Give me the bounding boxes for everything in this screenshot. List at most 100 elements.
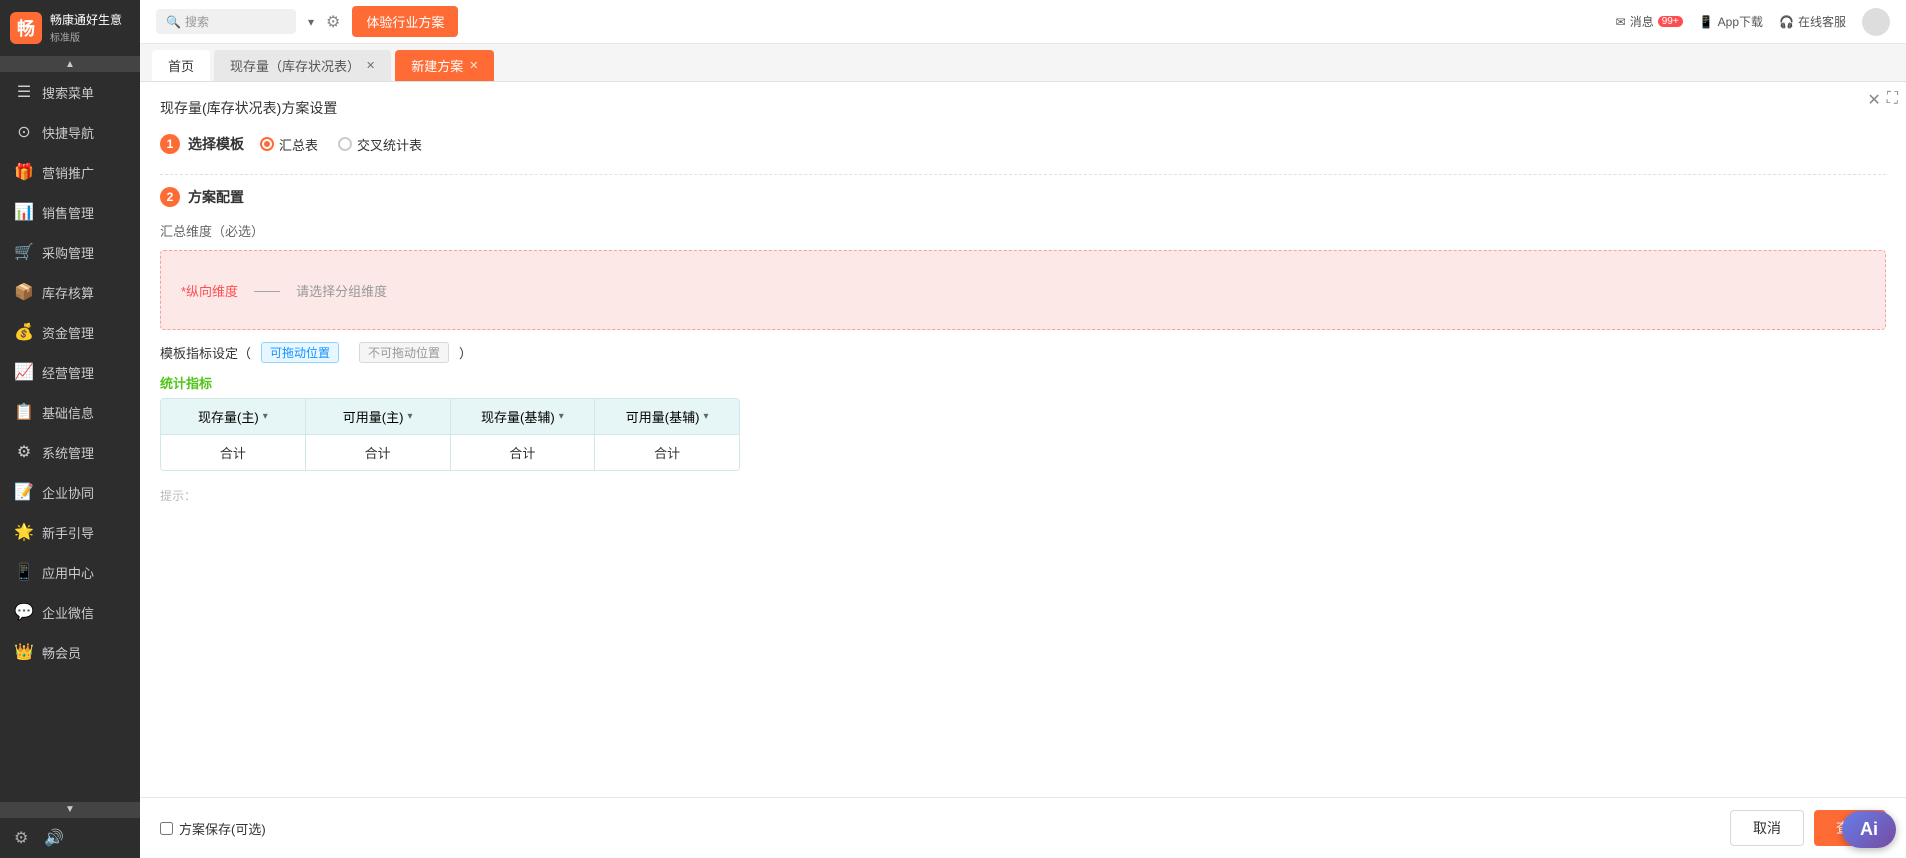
window-controls: ✕ ⛶ [1867, 90, 1898, 110]
section1-header: 1 选择模板 汇总表 交叉统计表 [160, 134, 1886, 154]
sidebar-item-label: 搜索菜单 [42, 83, 94, 102]
purchase-icon: 🛒 [14, 242, 34, 262]
stats-col-4-label: 可用量(基辅) [626, 407, 700, 426]
window-expand-button[interactable]: ⛶ [1887, 90, 1898, 110]
app-download-label: App下载 [1718, 13, 1763, 30]
indicator-settings-suffix: ） [459, 343, 472, 362]
stats-col-3[interactable]: 现存量(基辅) ▾ [451, 399, 596, 434]
tabbar: 首页 现存量（库存状况表） ✕ 新建方案 ✕ [140, 44, 1906, 82]
save-checkbox[interactable]: 方案保存(可选) [160, 819, 266, 838]
sales-icon: 📊 [14, 202, 34, 222]
tab-new-plan-label: 新建方案 [411, 56, 463, 75]
app-download-icon: 📱 [1699, 15, 1714, 29]
stats-cell-1-2: 合计 [306, 435, 451, 470]
sidebar-item-app-center[interactable]: 📱 应用中心 [0, 552, 140, 592]
sidebar-item-inventory[interactable]: 📦 库存核算 [0, 272, 140, 312]
message-button[interactable]: ✉ 消息 99+ [1616, 13, 1683, 30]
window-close-button[interactable]: ✕ [1867, 90, 1880, 110]
contract-icon: 📝 [14, 482, 34, 502]
tab-inventory-status[interactable]: 现存量（库存状况表） ✕ [214, 50, 391, 81]
sidebar-item-label: 基础信息 [42, 403, 94, 422]
stats-table-header: 现存量(主) ▾ 可用量(主) ▾ 现存量(基辅) ▾ 可用量(基辅) [161, 399, 739, 434]
sidebar: 畅 畅康通好生意 标准版 ▲ ☰ 搜索菜单 ⊙ 快捷导航 🎁 营销推广 📊 销售… [0, 0, 140, 858]
sidebar-item-finance[interactable]: 💰 资金管理 [0, 312, 140, 352]
sidebar-item-purchase[interactable]: 🛒 采购管理 [0, 232, 140, 272]
footer-bar: 方案保存(可选) 取消 查询 [140, 797, 1906, 858]
user-avatar[interactable] [1862, 8, 1890, 36]
sidebar-item-label: 经营管理 [42, 363, 94, 382]
sidebar-item-marketing[interactable]: 🎁 营销推广 [0, 152, 140, 192]
cancel-button[interactable]: 取消 [1730, 810, 1804, 846]
message-icon: ✉ [1616, 15, 1626, 29]
radio-summary[interactable]: 汇总表 [260, 135, 318, 154]
stats-table: 现存量(主) ▾ 可用量(主) ▾ 现存量(基辅) ▾ 可用量(基辅) [160, 398, 740, 471]
sidebar-item-basic-info[interactable]: 📋 基础信息 [0, 392, 140, 432]
sidebar-item-label: 采购管理 [42, 243, 94, 262]
sidebar-scroll-up[interactable]: ▲ [0, 57, 140, 72]
dim-placeholder: *纵向维度 —— 请选择分组维度 [181, 281, 387, 300]
sidebar-item-sales[interactable]: 📊 销售管理 [0, 192, 140, 232]
topbar-dropdown[interactable]: ▾ [308, 15, 314, 29]
sidebar-item-member[interactable]: 👑 畅会员 [0, 632, 140, 672]
search-icon: 🔍 [166, 15, 181, 29]
sidebar-item-label: 新手引导 [42, 523, 94, 542]
dim-sep: —— [254, 283, 280, 298]
radio-cross-circle [338, 137, 352, 151]
sidebar-item-label: 应用中心 [42, 563, 94, 582]
guide-icon: 🌟 [14, 522, 34, 542]
search-box[interactable]: 🔍 搜索 [156, 9, 296, 34]
message-badge: 99+ [1658, 16, 1683, 27]
sidebar-item-quick-nav[interactable]: ⊙ 快捷导航 [0, 112, 140, 152]
dim-vertical-label: *纵向维度 [181, 281, 238, 300]
stats-col-4[interactable]: 可用量(基辅) ▾ [595, 399, 739, 434]
search-menu-icon: ☰ [14, 82, 34, 102]
dim-hint: 请选择分组维度 [296, 281, 387, 300]
section2-title: 方案配置 [188, 187, 244, 207]
sidebar-item-label: 企业协同 [42, 483, 94, 502]
fixed-badge: 不可拖动位置 [359, 342, 449, 363]
stats-cell-1-4: 合计 [595, 435, 739, 470]
sidebar-item-search-menu[interactable]: ☰ 搜索菜单 [0, 72, 140, 112]
member-icon: 👑 [14, 642, 34, 662]
stats-col-2[interactable]: 可用量(主) ▾ [306, 399, 451, 434]
app-logo-icon: 畅 [10, 12, 42, 44]
tab-inventory-status-close[interactable]: ✕ [366, 59, 375, 72]
sidebar-item-system[interactable]: ⚙ 系统管理 [0, 432, 140, 472]
marketing-icon: 🎁 [14, 162, 34, 182]
sidebar-item-guide[interactable]: 🌟 新手引导 [0, 512, 140, 552]
radio-cross[interactable]: 交叉统计表 [338, 135, 422, 154]
sidebar-item-contract[interactable]: 📝 企业协同 [0, 472, 140, 512]
headset-icon: 🎧 [1779, 15, 1794, 29]
content-inner: ✕ ⛶ 现存量(库存状况表)方案设置 1 选择模板 汇总表 [140, 82, 1906, 797]
inventory-icon: 📦 [14, 282, 34, 302]
summary-dim-label: 汇总维度（必选） [160, 221, 1886, 240]
stats-col-1[interactable]: 现存量(主) ▾ [161, 399, 306, 434]
tab-home[interactable]: 首页 [152, 50, 210, 81]
page-title: 现存量(库存状况表)方案设置 [160, 98, 1886, 118]
stats-col-3-label: 现存量(基辅) [481, 407, 555, 426]
settings-icon[interactable]: ⚙ [14, 828, 28, 848]
template-radio-group: 汇总表 交叉统计表 [260, 135, 422, 154]
tab-home-label: 首页 [168, 56, 194, 75]
content-area: ✕ ⛶ 现存量(库存状况表)方案设置 1 选择模板 汇总表 [140, 82, 1906, 858]
stats-cell-1-3: 合计 [451, 435, 596, 470]
dim-config-box[interactable]: *纵向维度 —— 请选择分组维度 [160, 250, 1886, 330]
stats-table-body: 合计 合计 合计 合计 [161, 434, 739, 470]
tab-new-plan-close[interactable]: ✕ [469, 59, 478, 72]
industry-plan-button[interactable]: 体验行业方案 [352, 6, 458, 37]
sidebar-item-operation[interactable]: 📈 经营管理 [0, 352, 140, 392]
stats-col-1-label: 现存量(主) [198, 407, 259, 426]
stats-col-3-chevron: ▾ [559, 411, 564, 422]
save-checkbox-input[interactable] [160, 822, 173, 835]
search-placeholder: 搜索 [185, 13, 209, 30]
tips-section: 提示： [160, 487, 1886, 522]
app-download-button[interactable]: 📱 App下载 [1699, 13, 1763, 30]
sidebar-scroll-down[interactable]: ▼ [0, 802, 140, 817]
online-service-button[interactable]: 🎧 在线客服 [1779, 13, 1846, 30]
sidebar-item-wechat[interactable]: 💬 企业微信 [0, 592, 140, 632]
audio-icon[interactable]: 🔊 [44, 828, 64, 848]
sidebar-item-label: 销售管理 [42, 203, 94, 222]
tab-new-plan[interactable]: 新建方案 ✕ [395, 50, 494, 81]
topbar-gear-icon[interactable]: ⚙ [326, 12, 340, 32]
ai-fab-button[interactable]: Ai [1842, 811, 1896, 848]
